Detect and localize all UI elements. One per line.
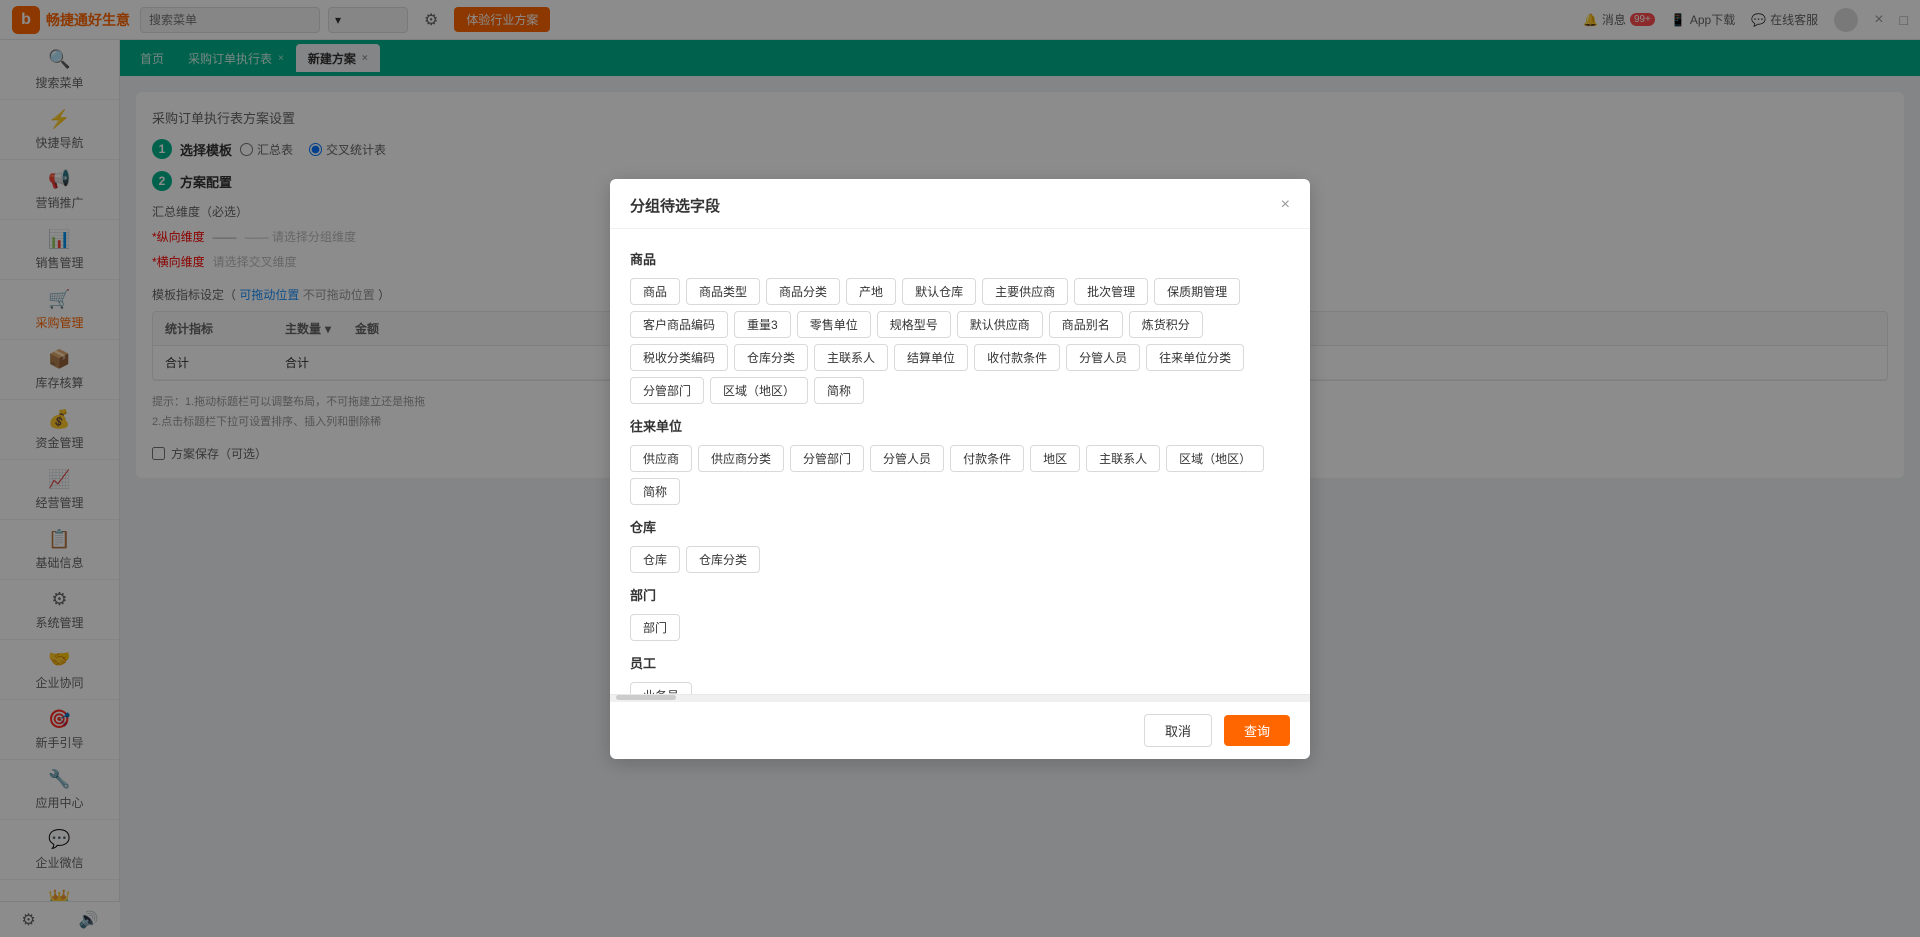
cancel-button[interactable]: 取消 — [1144, 714, 1212, 747]
tag-product-supervisor[interactable]: 分管人员 — [1066, 344, 1140, 371]
tag-product-origin[interactable]: 产地 — [846, 278, 896, 305]
tag-product-short-name[interactable]: 简称 — [814, 377, 864, 404]
tag-warehouse-category[interactable]: 仓库分类 — [686, 546, 760, 573]
tag-product-settlement-unit[interactable]: 结算单位 — [894, 344, 968, 371]
tag-product-batch-mgmt[interactable]: 批次管理 — [1074, 278, 1148, 305]
tag-product-spec-model[interactable]: 规格型号 — [877, 311, 951, 338]
modal: 分组待选字段 × 商品 商品 商品类型 商品分类 产地 默认仓库 主要供应商 批… — [610, 179, 1310, 759]
tag-counterpart-dept[interactable]: 分管部门 — [790, 445, 864, 472]
tag-counterpart-person[interactable]: 分管人员 — [870, 445, 944, 472]
modal-close-button[interactable]: × — [1281, 196, 1290, 214]
modal-title: 分组待选字段 — [630, 195, 720, 216]
tag-product-main-supplier[interactable]: 主要供应商 — [982, 278, 1068, 305]
tag-product-customer-code[interactable]: 客户商品编码 — [630, 311, 728, 338]
modal-body: 商品 商品 商品类型 商品分类 产地 默认仓库 主要供应商 批次管理 保质期管理… — [610, 229, 1310, 695]
tag-counterpart-contact[interactable]: 主联系人 — [1086, 445, 1160, 472]
tag-dept-dept[interactable]: 部门 — [630, 614, 680, 641]
tag-product-product[interactable]: 商品 — [630, 278, 680, 305]
section-title-product: 商品 — [630, 249, 1290, 268]
tag-product-payment-terms[interactable]: 收付款条件 — [974, 344, 1060, 371]
tag-product-tax-code[interactable]: 税收分类编码 — [630, 344, 728, 371]
tags-row-employee: 业务员 — [630, 682, 1290, 695]
tag-counterpart-supplier[interactable]: 供应商 — [630, 445, 692, 472]
tag-product-alias[interactable]: 商品别名 — [1049, 311, 1123, 338]
modal-footer: 取消 查询 — [610, 701, 1310, 759]
tag-product-refine[interactable]: 炼货积分 — [1129, 311, 1203, 338]
tag-product-retail-unit[interactable]: 零售单位 — [797, 311, 871, 338]
tag-product-default-warehouse[interactable]: 默认仓库 — [902, 278, 976, 305]
modal-overlay[interactable]: 分组待选字段 × 商品 商品 商品类型 商品分类 产地 默认仓库 主要供应商 批… — [0, 0, 1920, 937]
section-title-dept: 部门 — [630, 585, 1290, 604]
tag-product-weight3[interactable]: 重量3 — [734, 311, 791, 338]
tag-product-default-supplier[interactable]: 默认供应商 — [957, 311, 1043, 338]
tag-product-region[interactable]: 区域（地区） — [710, 377, 808, 404]
section-title-employee: 员工 — [630, 653, 1290, 672]
tag-counterpart-region[interactable]: 区域（地区） — [1166, 445, 1264, 472]
tag-product-counterpart-cat[interactable]: 往来单位分类 — [1146, 344, 1244, 371]
tag-product-dept[interactable]: 分管部门 — [630, 377, 704, 404]
tags-row-counterpart: 供应商 供应商分类 分管部门 分管人员 付款条件 地区 主联系人 区域（地区） … — [630, 445, 1290, 505]
section-title-counterpart: 往来单位 — [630, 416, 1290, 435]
tag-product-warehouse-category[interactable]: 仓库分类 — [734, 344, 808, 371]
tag-product-main-contact[interactable]: 主联系人 — [814, 344, 888, 371]
tag-counterpart-area[interactable]: 地区 — [1030, 445, 1080, 472]
tags-row-warehouse: 仓库 仓库分类 — [630, 546, 1290, 573]
tag-employee-salesman[interactable]: 业务员 — [630, 682, 692, 695]
confirm-button[interactable]: 查询 — [1224, 715, 1290, 746]
tag-product-shelf-life[interactable]: 保质期管理 — [1154, 278, 1240, 305]
tag-product-type[interactable]: 商品类型 — [686, 278, 760, 305]
tags-row-product: 商品 商品类型 商品分类 产地 默认仓库 主要供应商 批次管理 保质期管理 客户… — [630, 278, 1290, 404]
tag-counterpart-supplier-cat[interactable]: 供应商分类 — [698, 445, 784, 472]
tag-product-category[interactable]: 商品分类 — [766, 278, 840, 305]
tag-counterpart-payment[interactable]: 付款条件 — [950, 445, 1024, 472]
tag-warehouse-warehouse[interactable]: 仓库 — [630, 546, 680, 573]
tag-counterpart-short[interactable]: 简称 — [630, 478, 680, 505]
modal-header: 分组待选字段 × — [610, 179, 1310, 229]
tags-row-dept: 部门 — [630, 614, 1290, 641]
section-title-warehouse: 仓库 — [630, 517, 1290, 536]
